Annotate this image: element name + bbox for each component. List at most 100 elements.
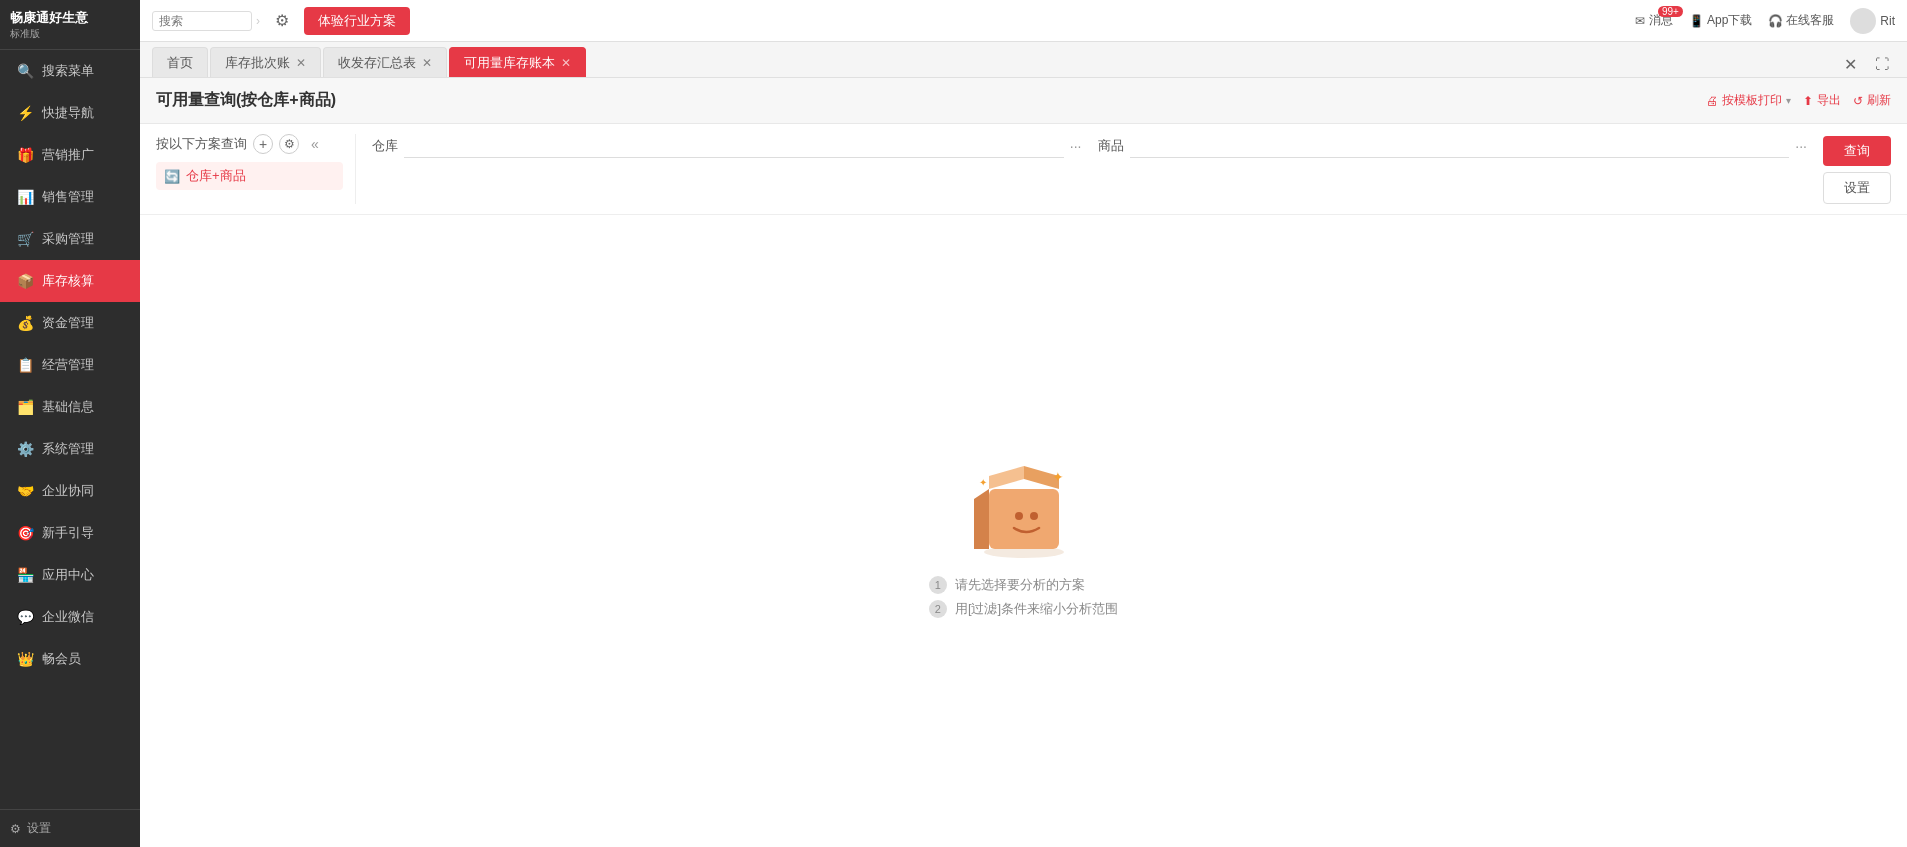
export-btn[interactable]: ⬆ 导出 [1803, 92, 1841, 109]
scheme-item-label: 仓库+商品 [186, 167, 246, 185]
sidebar-item-basic[interactable]: 🗂️ 基础信息 [0, 386, 140, 428]
customer-service-btn[interactable]: 🎧 在线客服 [1768, 12, 1834, 29]
sidebar-item-marketing[interactable]: 🎁 营销推广 [0, 134, 140, 176]
logo-title: 畅康通好生意 [10, 10, 130, 27]
sidebar-item-guide[interactable]: 🎯新手引导 [0, 512, 140, 554]
sidebar-label-basic: 基础信息 [42, 398, 94, 416]
tabs-actions: ✕ ⛶ [1837, 51, 1895, 77]
svg-point-6 [1030, 512, 1038, 520]
filter-section: 仓库 ··· 商品 ··· [372, 134, 1807, 204]
sidebar-item-inventory[interactable]: 📦库存核算 [0, 260, 140, 302]
scheme-item-warehouse-product[interactable]: 🔄 仓库+商品 [156, 162, 343, 190]
tab-label-batch: 库存批次账 [225, 54, 290, 72]
hint-num-2: 2 [929, 600, 947, 618]
sidebar-label-collab: 企业协同 [42, 482, 94, 500]
chevron-down-icon: ▾ [1786, 95, 1791, 106]
refresh-btn[interactable]: ↺ 刷新 [1853, 92, 1891, 109]
scheme-settings-btn[interactable]: ⚙ [279, 134, 299, 154]
message-icon: ✉ [1635, 14, 1645, 28]
shortcut-icon: ⚡ [16, 104, 34, 122]
user-info[interactable]: Rit [1850, 8, 1895, 34]
svg-text:✦: ✦ [979, 477, 987, 488]
sidebar-label-sales: 销售管理 [42, 188, 94, 206]
system-icon: ⚙️ [16, 440, 34, 458]
expand-btn[interactable]: ⛶ [1869, 51, 1895, 77]
sidebar-item-operations[interactable]: 📋经营管理 [0, 344, 140, 386]
export-icon: ⬆ [1803, 94, 1813, 108]
headset-icon: 🎧 [1768, 14, 1783, 28]
sidebar-label-system: 系统管理 [42, 440, 94, 458]
finance-icon: 💰 [16, 314, 34, 332]
tab-close-summary[interactable]: ✕ [422, 56, 432, 70]
sidebar-item-member[interactable]: 👑畅会员 [0, 638, 140, 680]
export-label: 导出 [1817, 92, 1841, 109]
guide-icon: 🎯 [16, 524, 34, 542]
tab-home[interactable]: 首页 [152, 47, 208, 77]
sidebar-label-apps: 应用中心 [42, 566, 94, 584]
product-input[interactable] [1130, 134, 1790, 158]
scheme-label: 按以下方案查询 [156, 135, 247, 153]
warehouse-more-icon[interactable]: ··· [1070, 138, 1082, 154]
svg-marker-3 [989, 466, 1024, 489]
sidebar-logo: 畅康通好生意 标准版 [0, 0, 140, 50]
svg-text:✦: ✦ [1052, 469, 1064, 485]
industry-btn[interactable]: 体验行业方案 [304, 7, 410, 35]
close-tab-btn[interactable]: ✕ [1837, 51, 1863, 77]
sidebar-item-shortcut[interactable]: ⚡快捷导航 [0, 92, 140, 134]
sidebar-item-wechat[interactable]: 💬企业微信 [0, 596, 140, 638]
messages-btn[interactable]: ✉ 消息 99+ [1635, 12, 1673, 29]
collapse-btn[interactable]: « [305, 134, 325, 154]
sidebar-label-purchase: 采购管理 [42, 230, 94, 248]
topbar-search[interactable] [152, 11, 252, 31]
tab-label-summary: 收发存汇总表 [338, 54, 416, 72]
tab-available[interactable]: 可用量库存账本✕ [449, 47, 586, 77]
sidebar-item-finance[interactable]: 💰 资金管理 [0, 302, 140, 344]
warehouse-filter: 仓库 ··· [372, 134, 1082, 158]
topbar-right: ✉ 消息 99+ 📱 App下载 🎧 在线客服 Rit [1635, 8, 1895, 34]
apps-icon: 🏪 [16, 566, 34, 584]
svg-marker-2 [974, 489, 989, 549]
sidebar-item-purchase[interactable]: 🛒 采购管理 [0, 218, 140, 260]
query-btn[interactable]: 查询 [1823, 136, 1891, 166]
print-btn[interactable]: 🖨 按模板打印 ▾ [1706, 92, 1791, 109]
member-icon: 👑 [16, 650, 34, 668]
tab-summary[interactable]: 收发存汇总表 ✕ [323, 47, 447, 77]
marketing-icon: 🎁 [16, 146, 34, 164]
print-icon: 🖨 [1706, 94, 1718, 108]
sidebar-bottom[interactable]: ⚙ 设置 [0, 809, 140, 847]
tab-batch[interactable]: 库存批次账 ✕ [210, 47, 321, 77]
page-content: 可用量查询(按仓库+商品) 🖨 按模板打印 ▾ ⬆ 导出 ↺ 刷新 [140, 78, 1907, 847]
sidebar-label-operations: 经营管理 [42, 356, 94, 374]
sidebar-item-collab[interactable]: 🤝 企业协同 [0, 470, 140, 512]
tab-close-available[interactable]: ✕ [561, 56, 571, 70]
user-name: Rit [1880, 14, 1895, 28]
topbar: › ⚙ 体验行业方案 ✉ 消息 99+ 📱 App下载 🎧 在线客服 Rit [140, 0, 1907, 42]
hint-text-2: 用[过滤]条件来缩小分析范围 [955, 600, 1118, 618]
phone-icon: 📱 [1689, 14, 1704, 28]
add-scheme-btn[interactable]: + [253, 134, 273, 154]
app-download-btn[interactable]: 📱 App下载 [1689, 12, 1752, 29]
collab-icon: 🤝 [16, 482, 34, 500]
warehouse-input[interactable] [404, 134, 1064, 158]
purchase-icon: 🛒 [16, 230, 34, 248]
page-header: 可用量查询(按仓库+商品) 🖨 按模板打印 ▾ ⬆ 导出 ↺ 刷新 [140, 78, 1907, 124]
sidebar-item-system[interactable]: ⚙️ 系统管理 [0, 428, 140, 470]
basic-icon: 🗂️ [16, 398, 34, 416]
sidebar-item-apps[interactable]: 🏪 应用中心 [0, 554, 140, 596]
app-download-label: App下载 [1707, 12, 1752, 29]
refresh-icon: ↺ [1853, 94, 1863, 108]
sidebar-item-search[interactable]: 🔍搜索菜单 [0, 50, 140, 92]
sidebar-label-wechat: 企业微信 [42, 608, 94, 626]
settings-btn[interactable]: 设置 [1823, 172, 1891, 204]
tab-close-batch[interactable]: ✕ [296, 56, 306, 70]
product-more-icon[interactable]: ··· [1795, 138, 1807, 154]
sidebar-label-finance: 资金管理 [42, 314, 94, 332]
sidebar-item-sales[interactable]: 📊销售管理 [0, 176, 140, 218]
gear-icon[interactable]: ⚙ [268, 7, 296, 35]
inventory-icon: 📦 [16, 272, 34, 290]
action-buttons: 查询 设置 [1823, 134, 1891, 204]
empty-svg: ✦ ✦ [964, 444, 1084, 564]
refresh-label: 刷新 [1867, 92, 1891, 109]
warehouse-label: 仓库 [372, 137, 398, 155]
sidebar-label-marketing: 营销推广 [42, 146, 94, 164]
